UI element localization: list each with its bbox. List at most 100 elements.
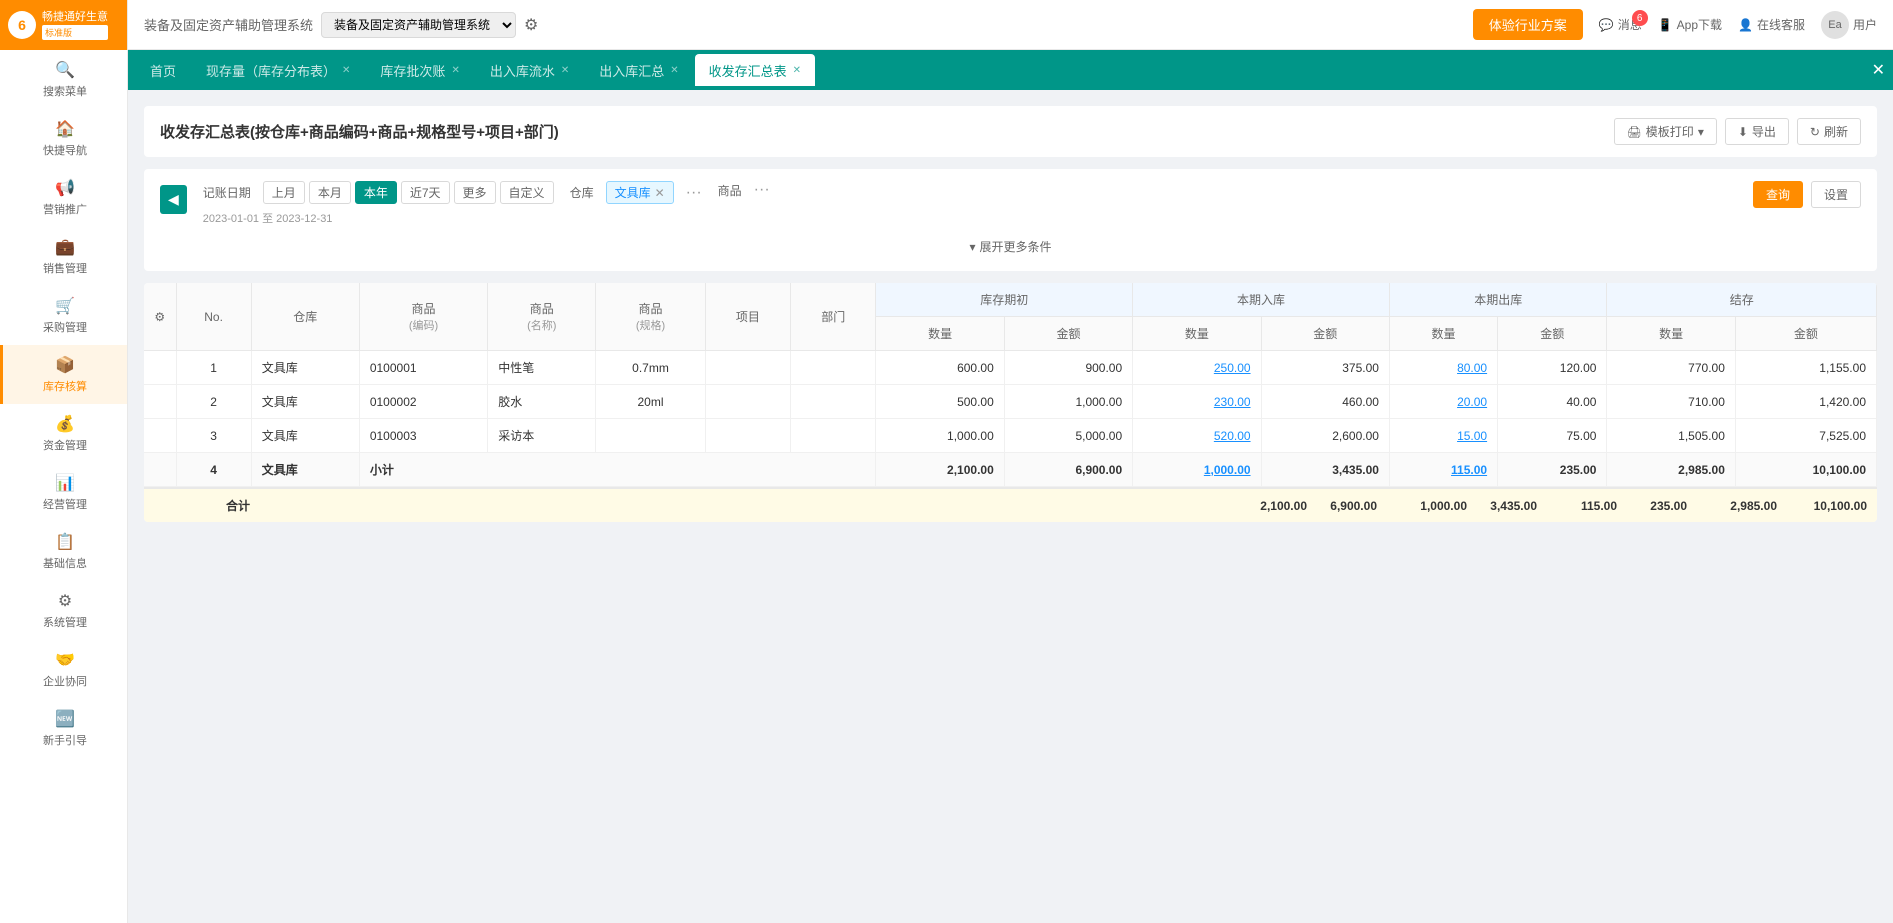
date-btn-this-month[interactable]: 本月 [309, 181, 351, 204]
col-settings[interactable]: ⚙ [144, 283, 176, 351]
product-more-btn[interactable]: ··· [754, 181, 770, 199]
user-label: 用户 [1853, 16, 1877, 33]
tab-inventory-dist[interactable]: 现存量（库存分布表） ✕ [192, 54, 364, 86]
cell-subtotal-in-amount: 3,435.00 [1261, 453, 1389, 487]
tab-inout-flow-close[interactable]: ✕ [561, 65, 569, 76]
query-actions: 查询 设置 [1753, 181, 1861, 208]
expand-conditions-btn[interactable]: ▾ 展开更多条件 [961, 234, 1059, 259]
cell-in-qty[interactable]: 250.00 [1133, 351, 1261, 385]
cell-balance-qty: 1,505.00 [1607, 419, 1735, 453]
tab-inout-summary-close[interactable]: ✕ [670, 65, 678, 76]
date-btn-custom[interactable]: 自定义 [500, 181, 554, 204]
app-download-btn[interactable]: 📱 App下载 [1658, 16, 1722, 33]
date-btn-7days[interactable]: 近7天 [401, 181, 450, 204]
settings-btn[interactable]: 设置 [1811, 181, 1861, 208]
footer-opening-amount: 6,900.00 [1307, 499, 1387, 513]
col-product-code: 商品(编码) [359, 283, 487, 351]
cell-product-spec [596, 419, 705, 453]
cell-department [791, 351, 876, 385]
template-print-btn[interactable]: 🖨 模板打印 ▾ [1614, 118, 1717, 145]
export-btn[interactable]: ⬇ 导出 [1725, 118, 1789, 145]
cell-subtotal-label: 小计 [359, 453, 876, 487]
cell-out-qty[interactable]: 80.00 [1389, 351, 1497, 385]
cell-out-qty[interactable]: 15.00 [1389, 419, 1497, 453]
sidebar-item-search[interactable]: 🔍 搜索菜单 [0, 50, 127, 109]
refresh-icon: ↻ [1810, 125, 1820, 139]
settings-icon[interactable]: ⚙ [524, 15, 538, 35]
basic-info-icon: 📋 [55, 532, 75, 552]
tab-bar: 首页 现存量（库存分布表） ✕ 库存批次账 ✕ 出入库流水 ✕ 出入库汇总 ✕ … [128, 50, 1893, 90]
cell-subtotal-opening-amount: 6,900.00 [1004, 453, 1132, 487]
cell-balance-qty: 710.00 [1607, 385, 1735, 419]
enterprise-icon: 🤝 [55, 650, 75, 670]
main-content: 装备及固定资产辅助管理系统 装备及固定资产辅助管理系统 ⚙ 体验行业方案 💬 消… [128, 0, 1893, 923]
subtotal-row: 4 文具库 小计 2,100.00 6,900.00 1,000.00 3,43… [144, 453, 1877, 487]
user-btn[interactable]: Ea 用户 [1821, 11, 1877, 39]
cell-settings [144, 453, 176, 487]
tab-batch-close[interactable]: ✕ [451, 65, 459, 76]
cell-opening-amount: 5,000.00 [1004, 419, 1132, 453]
cell-department [791, 385, 876, 419]
tab-inout-flow[interactable]: 出入库流水 ✕ [476, 54, 583, 86]
export-icon: ⬇ [1738, 125, 1748, 139]
table-row: 1 文具库 0100001 中性笔 0.7mm 600.00 900.00 25… [144, 351, 1877, 385]
col-product-spec: 商品(规格) [596, 283, 705, 351]
tab-batch[interactable]: 库存批次账 ✕ [366, 54, 473, 86]
tab-inout-summary[interactable]: 出入库汇总 ✕ [585, 54, 692, 86]
sidebar-item-guide[interactable]: 🆕 新手引导 [0, 699, 127, 758]
sidebar-item-system[interactable]: ⚙ 系统管理 [0, 581, 127, 640]
cell-opening-qty: 500.00 [876, 385, 1004, 419]
col-in-amount: 金额 [1261, 317, 1389, 351]
footer-out-qty: 115.00 [1547, 499, 1617, 513]
header-right: 体验行业方案 💬 消息 6 📱 App下载 👤 在线客服 Ea 用户 [1473, 9, 1877, 40]
tab-home[interactable]: 首页 [136, 54, 190, 86]
sidebar-item-sales[interactable]: 💼 销售管理 [0, 227, 127, 286]
cell-project [705, 385, 790, 419]
cell-subtotal-out-qty[interactable]: 115.00 [1389, 453, 1497, 487]
cell-in-qty[interactable]: 230.00 [1133, 385, 1261, 419]
cell-subtotal-in-qty[interactable]: 1,000.00 [1133, 453, 1261, 487]
cell-no: 1 [176, 351, 251, 385]
sales-icon: 💼 [55, 237, 75, 257]
sidebar-item-basic-info[interactable]: 📋 基础信息 [0, 522, 127, 581]
footer-opening-qty: 2,100.00 [1227, 499, 1307, 513]
tab-bar-close[interactable]: ✕ [1872, 60, 1885, 80]
query-btn[interactable]: 查询 [1753, 181, 1803, 208]
date-btn-more[interactable]: 更多 [454, 181, 496, 204]
message-icon: 💬 [1599, 18, 1614, 32]
cell-product-code: 0100003 [359, 419, 487, 453]
try-btn[interactable]: 体验行业方案 [1473, 9, 1583, 40]
col-balance-qty: 数量 [1607, 317, 1735, 351]
filter-collapse-btn[interactable]: ◀ [160, 185, 187, 214]
sidebar-item-enterprise[interactable]: 🤝 企业协同 [0, 640, 127, 699]
col-out-qty: 数量 [1389, 317, 1497, 351]
sidebar-item-purchase[interactable]: 🛒 采购管理 [0, 286, 127, 345]
cell-out-qty[interactable]: 20.00 [1389, 385, 1497, 419]
online-service-btn[interactable]: 👤 在线客服 [1738, 16, 1805, 33]
footer-label: 合计 [226, 497, 306, 514]
warehouse-tag[interactable]: 文具库 ✕ [606, 181, 674, 204]
col-group-opening: 库存期初 [876, 283, 1133, 317]
sidebar-item-inventory[interactable]: 📦 库存核算 [0, 345, 127, 404]
system-select[interactable]: 装备及固定资产辅助管理系统 [321, 12, 516, 38]
date-btn-last-month[interactable]: 上月 [263, 181, 305, 204]
refresh-btn[interactable]: ↻ 刷新 [1797, 118, 1861, 145]
sidebar-item-finance[interactable]: 💰 资金管理 [0, 404, 127, 463]
sidebar-item-marketing[interactable]: 📢 营销推广 [0, 168, 127, 227]
tab-inventory-dist-close[interactable]: ✕ [342, 65, 350, 76]
date-btn-this-year[interactable]: 本年 [355, 181, 397, 204]
tab-receive-send-close[interactable]: ✕ [793, 65, 801, 76]
col-group-balance: 结存 [1607, 283, 1877, 317]
cell-project [705, 351, 790, 385]
cell-in-qty[interactable]: 520.00 [1133, 419, 1261, 453]
sidebar-item-quick-nav[interactable]: 🏠 快捷导航 [0, 109, 127, 168]
tab-receive-send[interactable]: 收发存汇总表 ✕ [695, 54, 815, 86]
footer-balance-qty: 2,985.00 [1697, 499, 1777, 513]
message-btn[interactable]: 💬 消息 6 [1599, 16, 1642, 33]
header-left: 装备及固定资产辅助管理系统 装备及固定资产辅助管理系统 ⚙ [144, 12, 538, 38]
cell-balance-amount: 7,525.00 [1735, 419, 1876, 453]
cell-opening-qty: 1,000.00 [876, 419, 1004, 453]
sidebar-item-operations[interactable]: 📊 经营管理 [0, 463, 127, 522]
warehouse-tag-close[interactable]: ✕ [655, 186, 665, 200]
warehouse-more-btn[interactable]: ··· [686, 184, 702, 202]
